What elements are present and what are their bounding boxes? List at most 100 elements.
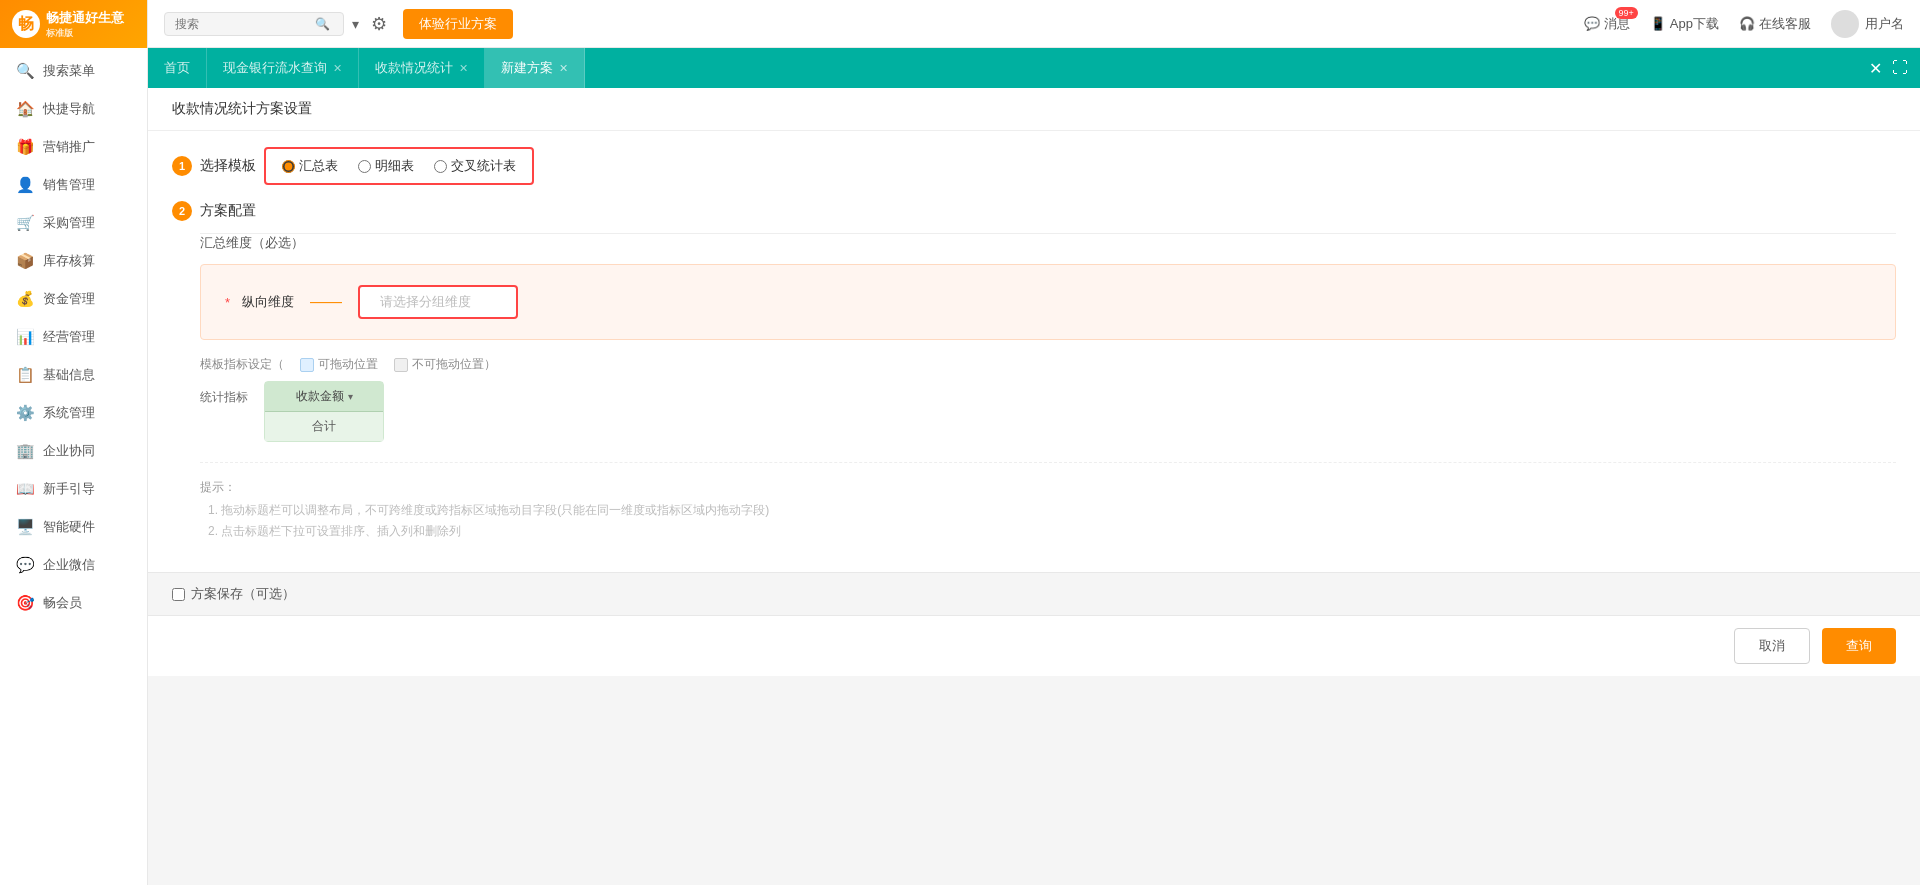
app-name: 畅捷通好生意 bbox=[46, 9, 124, 27]
sidebar-item-marketing[interactable]: 🎁营销推广 bbox=[0, 128, 147, 166]
sidebar-item-member[interactable]: 🎯畅会员 bbox=[0, 584, 147, 622]
download-icon: 📱 bbox=[1650, 16, 1666, 31]
metrics-col-header[interactable]: 收款金额 ▾ bbox=[265, 382, 383, 412]
step1-number: 1 bbox=[172, 156, 192, 176]
search-box[interactable]: 🔍 bbox=[164, 12, 344, 36]
settings-icon[interactable]: ⚙ bbox=[371, 13, 387, 35]
dimension-title: 汇总维度（必选） bbox=[200, 234, 1896, 252]
search-input[interactable] bbox=[175, 17, 315, 31]
page-title: 收款情况统计方案设置 bbox=[172, 100, 312, 116]
sidebar-item-purchase[interactable]: 🛒采购管理 bbox=[0, 204, 147, 242]
tab-newplan-label: 新建方案 bbox=[501, 59, 553, 77]
sidebar-item-quicknav[interactable]: 🏠快捷导航 bbox=[0, 90, 147, 128]
radio-detail-input[interactable] bbox=[358, 160, 371, 173]
sidebar-label-sales: 销售管理 bbox=[43, 176, 95, 194]
query-button[interactable]: 查询 bbox=[1822, 628, 1896, 664]
config-section: 汇总维度（必选） * 纵向维度 —— 请选择分组维度 bbox=[200, 233, 1896, 540]
main-area: 🔍 ▾ ⚙ 体验行业方案 💬 消息 99+ 📱 App下载 🎧 在线客服 用户名 bbox=[148, 0, 1920, 885]
sidebar-label-quicknav: 快捷导航 bbox=[43, 100, 95, 118]
tab-newplan[interactable]: 新建方案 ✕ bbox=[485, 48, 585, 88]
dimension-row: * 纵向维度 —— 请选择分组维度 bbox=[225, 285, 1871, 319]
tab-receipt-label: 收款情况统计 bbox=[375, 59, 453, 77]
radio-detail[interactable]: 明细表 bbox=[358, 157, 414, 175]
footer-bar: 取消 查询 bbox=[148, 615, 1920, 676]
sidebar-item-sales[interactable]: 👤 销售管理 bbox=[0, 166, 147, 204]
sidebar-nav: 🔍搜索菜单🏠快捷导航🎁营销推广 👤 销售管理 🛒采购管理 📦 库存核算 💰资金管理 📊 经营管理… bbox=[0, 48, 147, 885]
download-btn[interactable]: 📱 App下载 bbox=[1650, 15, 1719, 33]
radio-cross-input[interactable] bbox=[434, 160, 447, 173]
tab-newplan-close[interactable]: ✕ bbox=[559, 62, 568, 75]
tab-cashflow-close[interactable]: ✕ bbox=[333, 62, 342, 75]
sidebar-label-search: 搜索菜单 bbox=[43, 62, 95, 80]
window-controls: ✕ ⛶ bbox=[1857, 48, 1920, 88]
purchase-icon: 🛒 bbox=[16, 214, 35, 232]
metrics-grid: 统计指标 收款金额 ▾ 合计 bbox=[200, 381, 1896, 442]
tab-receipt-close[interactable]: ✕ bbox=[459, 62, 468, 75]
tab-cashflow-label: 现金银行流水查询 bbox=[223, 59, 327, 77]
tab-bar: 首页 现金银行流水查询 ✕ 收款情况统计 ✕ 新建方案 ✕ ✕ ⛶ bbox=[148, 48, 1920, 88]
step2-label: 方案配置 bbox=[200, 202, 256, 220]
inventory-icon: 📦 bbox=[16, 252, 35, 270]
sidebar-item-system[interactable]: ⚙️系统管理 bbox=[0, 394, 147, 432]
radio-cross[interactable]: 交叉统计表 bbox=[434, 157, 516, 175]
metrics-label-col: 统计指标 bbox=[200, 381, 248, 442]
tab-home[interactable]: 首页 bbox=[148, 48, 207, 88]
search-dropdown-icon[interactable]: ▾ bbox=[352, 16, 359, 32]
radio-summary[interactable]: 汇总表 bbox=[282, 157, 338, 175]
window-close-icon[interactable]: ✕ bbox=[1869, 59, 1882, 78]
trial-btn[interactable]: 体验行业方案 bbox=[403, 9, 513, 39]
sidebar-item-operation[interactable]: 📊 经营管理 bbox=[0, 318, 147, 356]
sidebar-item-search[interactable]: 🔍搜索菜单 bbox=[0, 52, 147, 90]
sidebar-item-basic[interactable]: 📋基础信息 bbox=[0, 356, 147, 394]
sidebar-label-system: 系统管理 bbox=[43, 404, 95, 422]
service-btn[interactable]: 🎧 在线客服 bbox=[1739, 15, 1811, 33]
arrow-icon: —— bbox=[310, 293, 342, 311]
top-header: 🔍 ▾ ⚙ 体验行业方案 💬 消息 99+ 📱 App下载 🎧 在线客服 用户名 bbox=[148, 0, 1920, 48]
draggable-label: 可拖动位置 bbox=[318, 356, 378, 373]
draggable-item: 可拖动位置 bbox=[300, 356, 378, 373]
newbie-icon: 📖 bbox=[16, 480, 35, 498]
required-star: * bbox=[225, 295, 230, 310]
service-icon: 🎧 bbox=[1739, 16, 1755, 31]
sidebar-item-enterprise[interactable]: 🏢企业协同 bbox=[0, 432, 147, 470]
operation-icon: 📊 bbox=[16, 328, 35, 346]
metrics-group-label: 统计指标 bbox=[200, 390, 248, 404]
message-icon: 💬 bbox=[1584, 16, 1600, 31]
tips-section: 提示： 1. 拖动标题栏可以调整布局，不可跨维度或跨指标区域拖动目字段(只能在同… bbox=[200, 462, 1896, 540]
sidebar-item-wechat[interactable]: 💬企业微信 bbox=[0, 546, 147, 584]
tab-receipt[interactable]: 收款情况统计 ✕ bbox=[359, 48, 485, 88]
sidebar-item-hardware[interactable]: 🖥️智能硬件 bbox=[0, 508, 147, 546]
message-btn[interactable]: 💬 消息 99+ bbox=[1584, 15, 1630, 33]
avatar bbox=[1831, 10, 1859, 38]
member-icon: 🎯 bbox=[16, 594, 35, 612]
page-content: 收款情况统计方案设置 1 选择模板 汇总表 明细表 bbox=[148, 88, 1920, 885]
sidebar-item-inventory[interactable]: 📦 库存核算 bbox=[0, 242, 147, 280]
message-badge: 99+ bbox=[1615, 7, 1638, 19]
sidebar-label-inventory: 库存核算 bbox=[43, 252, 95, 270]
metrics-col-header-text: 收款金额 bbox=[296, 388, 344, 405]
basic-icon: 📋 bbox=[16, 366, 35, 384]
sales-icon: 👤 bbox=[16, 176, 35, 194]
tips-title: 提示： bbox=[200, 479, 1896, 496]
sidebar-label-operation: 经营管理 bbox=[43, 328, 95, 346]
window-maximize-icon[interactable]: ⛶ bbox=[1892, 59, 1908, 77]
sidebar-logo: 畅 畅捷通好生意 标准版 bbox=[0, 0, 147, 48]
radio-cross-label: 交叉统计表 bbox=[451, 157, 516, 175]
radio-summary-input[interactable] bbox=[282, 160, 295, 173]
metrics-dropdown-icon[interactable]: ▾ bbox=[348, 391, 353, 402]
sidebar-item-newbie[interactable]: 📖 新手引导 bbox=[0, 470, 147, 508]
sidebar-item-finance[interactable]: 💰资金管理 bbox=[0, 280, 147, 318]
step2-number: 2 bbox=[172, 201, 192, 221]
draggable-legend: 模板指标设定（ 可拖动位置 不可拖动位置） bbox=[200, 356, 1896, 373]
step1-label: 选择模板 bbox=[200, 157, 256, 175]
user-avatar-area[interactable]: 用户名 bbox=[1831, 10, 1904, 38]
tab-cashflow[interactable]: 现金银行流水查询 ✕ bbox=[207, 48, 359, 88]
save-checkbox[interactable] bbox=[172, 588, 185, 601]
dimension-select-box[interactable]: 请选择分组维度 bbox=[358, 285, 518, 319]
sidebar: 畅 畅捷通好生意 标准版 🔍搜索菜单🏠快捷导航🎁营销推广 👤 销售管理 🛒采购管理 📦 库… bbox=[0, 0, 148, 885]
metrics-section: 模板指标设定（ 可拖动位置 不可拖动位置） bbox=[200, 356, 1896, 442]
sidebar-label-newbie: 新手引导 bbox=[43, 480, 95, 498]
cancel-button[interactable]: 取消 bbox=[1734, 628, 1810, 664]
app-logo-icon: 畅 bbox=[12, 10, 40, 38]
step2-section: 2 方案配置 汇总维度（必选） * 纵向维度 —— 请选择分组维度 bbox=[172, 201, 1896, 540]
